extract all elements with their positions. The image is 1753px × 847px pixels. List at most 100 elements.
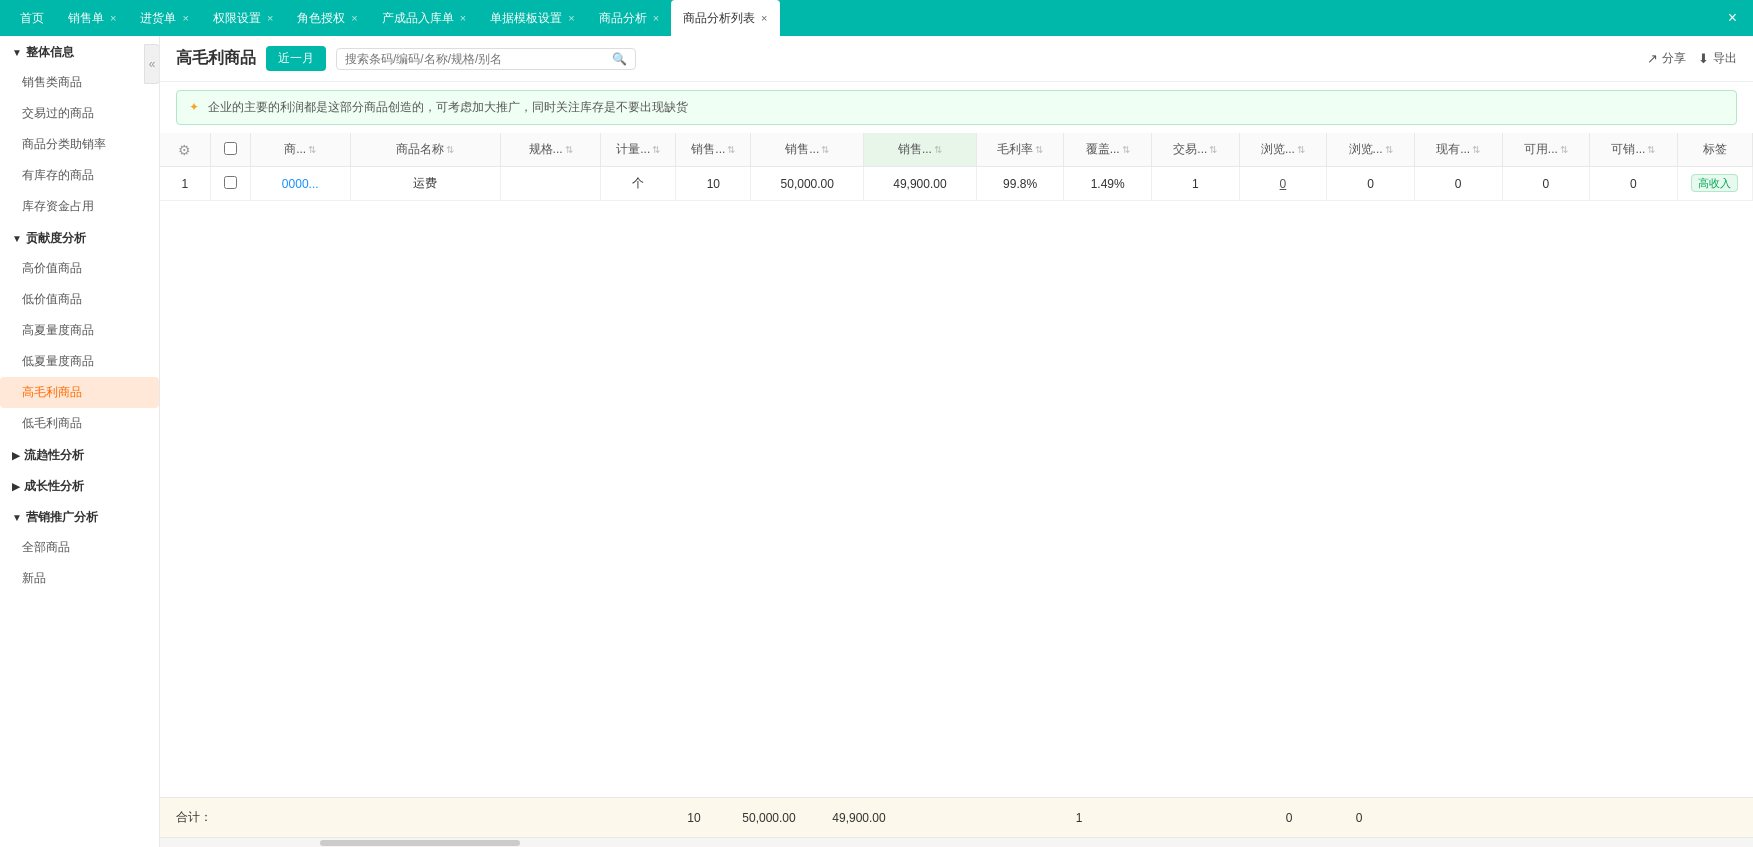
sidebar-group-contribution[interactable]: ▼ 贡献度分析 <box>0 222 159 253</box>
sort-icon-spec: ⇅ <box>565 144 573 155</box>
main-container: « ▼ 整体信息 销售类商品 交易过的商品 商品分类助销率 有库存的商品 库存资… <box>0 36 1753 847</box>
sort-icon-sales-qty: ⇅ <box>727 144 735 155</box>
col-code: 商... ⇅ <box>250 133 350 167</box>
col-browse1: 浏览... ⇅ <box>1239 133 1327 167</box>
header-actions: ↗ 分享 ⬇ 导出 <box>1647 50 1737 67</box>
nav-purchase-close[interactable]: × <box>182 12 188 24</box>
nav-template[interactable]: 单据模板设置 × <box>478 0 586 36</box>
col-spec-sort[interactable]: 规格... ⇅ <box>529 141 573 158</box>
search-icon[interactable]: 🔍 <box>612 52 627 66</box>
sidebar-item-traded-goods[interactable]: 交易过的商品 <box>0 98 159 129</box>
cell-sales-cost: 49,900.00 <box>864 167 977 201</box>
nav-analysis-list-close[interactable]: × <box>761 12 767 24</box>
sidebar-item-low-gross[interactable]: 低毛利商品 <box>0 408 159 439</box>
footer-bar: 合计： 10 50,000.00 49,900.00 1 0 0 <box>160 797 1753 837</box>
settings-icon[interactable]: ⚙ <box>178 142 191 158</box>
col-browse1-sort[interactable]: 浏览... ⇅ <box>1261 141 1305 158</box>
col-stock1-sort[interactable]: 现有... ⇅ <box>1436 141 1480 158</box>
export-icon: ⬇ <box>1698 51 1709 66</box>
nav-purchase[interactable]: 进货单 × <box>128 0 200 36</box>
window-close-button[interactable]: × <box>1720 9 1745 27</box>
sidebar-item-all-goods[interactable]: 全部商品 <box>0 532 159 563</box>
footer-stock2: 0 <box>1324 811 1394 825</box>
nav-analysis-list[interactable]: 商品分析列表 × <box>671 0 779 36</box>
total-label: 合计： <box>176 809 236 826</box>
col-unit-sort[interactable]: 计量... ⇅ <box>616 141 660 158</box>
nav-roles[interactable]: 角色授权 × <box>285 0 369 36</box>
col-gross-rate-sort[interactable]: 毛利率 ⇅ <box>997 141 1043 158</box>
sidebar-item-high-value[interactable]: 高价值商品 <box>0 253 159 284</box>
cell-saleable: 0 <box>1590 167 1678 201</box>
col-browse2-sort[interactable]: 浏览... ⇅ <box>1349 141 1393 158</box>
col-saleable-sort[interactable]: 可销... ⇅ <box>1611 141 1655 158</box>
nav-permissions[interactable]: 权限设置 × <box>201 0 285 36</box>
table-container[interactable]: ⚙ 商... ⇅ 商品名称 <box>160 133 1753 797</box>
col-stock2-sort[interactable]: 可用... ⇅ <box>1524 141 1568 158</box>
nav-sales[interactable]: 销售单 × <box>56 0 128 36</box>
sidebar-group-contribution-arrow: ▼ <box>12 233 22 244</box>
content-header: 高毛利商品 近一月 🔍 ↗ 分享 ⬇ 导出 <box>160 36 1753 82</box>
bottom-scrollbar[interactable] <box>160 837 1753 847</box>
col-stock2: 可用... ⇅ <box>1502 133 1590 167</box>
col-seq: ⚙ <box>160 133 210 167</box>
nav-template-close[interactable]: × <box>568 12 574 24</box>
nav-home[interactable]: 首页 <box>8 0 56 36</box>
cell-sales-qty: 10 <box>676 167 751 201</box>
sort-icon-sales-amt: ⇅ <box>821 144 829 155</box>
nav-analysis[interactable]: 商品分析 × <box>587 0 671 36</box>
col-sales-amt: 销售... ⇅ <box>751 133 864 167</box>
footer-sales-qty: 10 <box>664 811 724 825</box>
col-sales-cost-sort[interactable]: 销售... ⇅ <box>898 141 942 158</box>
col-trade: 交易... ⇅ <box>1152 133 1240 167</box>
share-button[interactable]: ↗ 分享 <box>1647 50 1686 67</box>
sidebar-group-overall[interactable]: ▼ 整体信息 <box>0 36 159 67</box>
col-name-sort[interactable]: 商品名称 ⇅ <box>396 141 454 158</box>
nav-warehouse-close[interactable]: × <box>460 12 466 24</box>
sidebar-item-in-stock[interactable]: 有库存的商品 <box>0 160 159 191</box>
sidebar-group-growth-arrow: ▶ <box>12 481 20 492</box>
nav-roles-close[interactable]: × <box>351 12 357 24</box>
search-input[interactable] <box>345 52 612 66</box>
nav-sales-close[interactable]: × <box>110 12 116 24</box>
sidebar-group-growth[interactable]: ▶ 成长性分析 <box>0 470 159 501</box>
sidebar-group-trend[interactable]: ▶ 流趋性分析 <box>0 439 159 470</box>
row-checkbox[interactable] <box>224 176 237 189</box>
sidebar-item-sales-goods[interactable]: 销售类商品 <box>0 67 159 98</box>
sort-icon-saleable: ⇅ <box>1647 144 1655 155</box>
cell-name: 运费 <box>350 167 500 201</box>
sort-icon-gross-rate: ⇅ <box>1035 144 1043 155</box>
sidebar-collapse-button[interactable]: « <box>144 44 160 84</box>
sidebar-group-trend-arrow: ▶ <box>12 450 20 461</box>
cell-tag: 高收入 <box>1677 167 1752 201</box>
col-trade-sort[interactable]: 交易... ⇅ <box>1173 141 1217 158</box>
sidebar: « ▼ 整体信息 销售类商品 交易过的商品 商品分类助销率 有库存的商品 库存资… <box>0 36 160 847</box>
sidebar-item-stock-capital[interactable]: 库存资金占用 <box>0 191 159 222</box>
page-title: 高毛利商品 <box>176 48 256 69</box>
sidebar-item-high-summer[interactable]: 高夏量度商品 <box>0 315 159 346</box>
filter-recent-month-button[interactable]: 近一月 <box>266 46 326 71</box>
sidebar-item-low-value[interactable]: 低价值商品 <box>0 284 159 315</box>
col-code-sort[interactable]: 商... ⇅ <box>284 141 316 158</box>
sidebar-item-new-goods[interactable]: 新品 <box>0 563 159 594</box>
cell-code[interactable]: 0000... <box>250 167 350 201</box>
export-button[interactable]: ⬇ 导出 <box>1698 50 1737 67</box>
sidebar-group-marketing[interactable]: ▼ 营销推广分析 <box>0 501 159 532</box>
sort-icon-code: ⇅ <box>308 144 316 155</box>
nav-warehouse[interactable]: 产成品入库单 × <box>370 0 478 36</box>
col-sales-qty-sort[interactable]: 销售... ⇅ <box>691 141 735 158</box>
cell-browse1[interactable]: 0 <box>1239 167 1327 201</box>
col-sales-qty: 销售... ⇅ <box>676 133 751 167</box>
nav-analysis-close[interactable]: × <box>653 12 659 24</box>
col-name: 商品名称 ⇅ <box>350 133 500 167</box>
cell-unit: 个 <box>601 167 676 201</box>
col-cover-sort[interactable]: 覆盖... ⇅ <box>1086 141 1130 158</box>
sidebar-item-low-summer[interactable]: 低夏量度商品 <box>0 346 159 377</box>
sort-icon-stock1: ⇅ <box>1472 144 1480 155</box>
nav-permissions-close[interactable]: × <box>267 12 273 24</box>
select-all-checkbox[interactable] <box>224 142 237 155</box>
col-sales-amt-sort[interactable]: 销售... ⇅ <box>785 141 829 158</box>
cell-checkbox[interactable] <box>210 167 250 201</box>
sidebar-item-high-gross[interactable]: 高毛利商品 <box>0 377 159 408</box>
cell-gross-rate: 99.8% <box>976 167 1064 201</box>
sidebar-item-category-rate[interactable]: 商品分类助销率 <box>0 129 159 160</box>
